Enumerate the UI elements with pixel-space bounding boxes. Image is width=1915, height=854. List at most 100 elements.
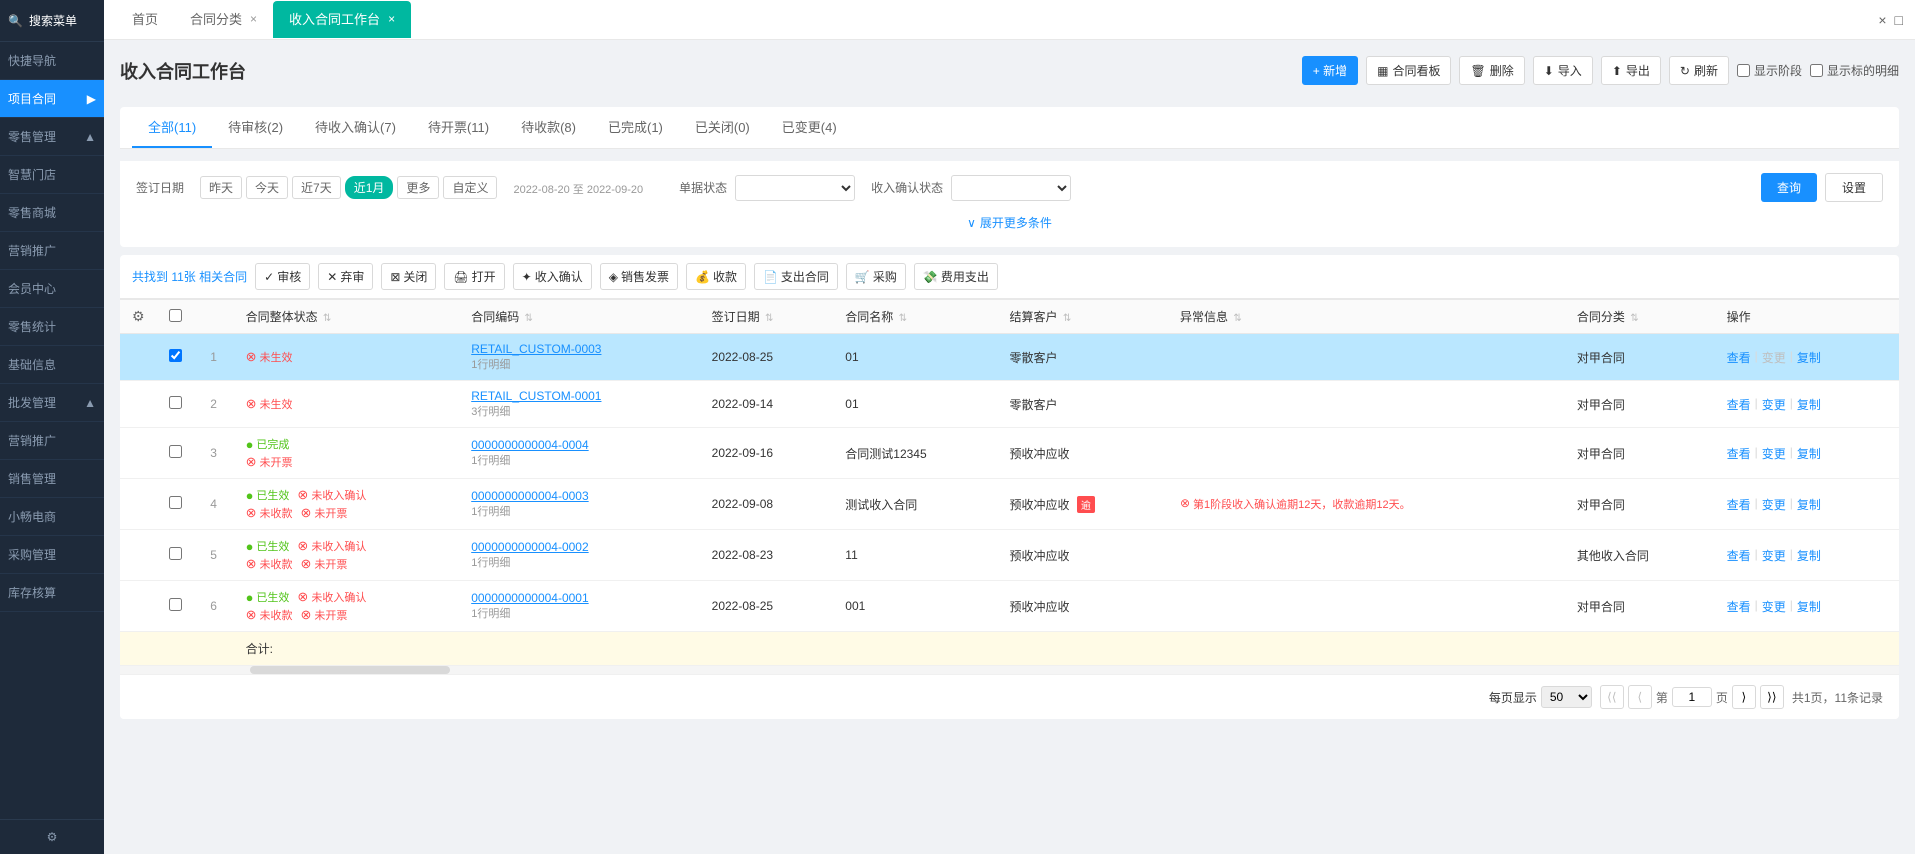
contract-code-link[interactable]: 0000000000004-0002 [471,540,588,554]
window-close-icon[interactable]: × [1878,12,1886,28]
filter-tab-pending-review[interactable]: 待审核(2) [212,107,299,148]
action-copy[interactable]: 复制 [1797,496,1821,513]
new-button[interactable]: + 新增 [1302,56,1358,85]
date-more-btn[interactable]: 更多 [397,176,439,199]
gear-icon[interactable]: ⚙ [132,308,145,324]
filter-tab-all[interactable]: 全部(11) [132,107,212,148]
show-stage-input[interactable] [1737,64,1750,77]
action-out-contract-btn[interactable]: 📄 支出合同 [754,263,838,290]
action-change[interactable]: 变更 [1762,445,1786,462]
row-checkbox[interactable] [169,349,182,362]
scrollbar-thumb[interactable] [250,666,450,674]
next-page-btn[interactable]: ⟩ [1732,685,1756,709]
sort-icon[interactable]: ⇅ [323,313,331,324]
sidebar-item-inventory[interactable]: 库存核算 [0,574,104,612]
action-copy[interactable]: 复制 [1797,445,1821,462]
sidebar-item-marketing[interactable]: 营销推广 [0,232,104,270]
expand-more-btn[interactable]: ∨ 展开更多条件 [136,210,1883,235]
col-checkbox[interactable] [157,530,194,581]
show-stage-checkbox[interactable]: 显示阶段 [1737,62,1802,79]
sort-icon[interactable]: ⇅ [1233,313,1241,324]
row-checkbox[interactable] [169,547,182,560]
row-checkbox[interactable] [169,598,182,611]
action-copy[interactable]: 复制 [1797,598,1821,615]
action-income-confirm-btn[interactable]: ✦ 收入确认 [513,263,592,290]
sidebar-item-retail-mall[interactable]: 零售商城 [0,194,104,232]
action-change[interactable]: 变更 [1762,396,1786,413]
sidebar-item-marketing2[interactable]: 营销推广 [0,422,104,460]
income-confirm-select[interactable] [951,175,1071,201]
action-view[interactable]: 查看 [1727,396,1751,413]
export-button[interactable]: ⬆ 导出 [1601,56,1661,85]
row-checkbox[interactable] [169,496,182,509]
contract-code-link[interactable]: RETAIL_CUSTOM-0003 [471,342,601,356]
action-print-btn[interactable]: 🖨 打开 [444,263,504,290]
sidebar-item-retail-mgmt[interactable]: 零售管理 ▲ [0,118,104,156]
tab-income-workbench[interactable]: 收入合同工作台 × [273,1,411,38]
sidebar-item-project[interactable]: 项目合同 ▶ [0,80,104,118]
action-copy[interactable]: 复制 [1797,396,1821,413]
action-change[interactable]: 变更 [1762,496,1786,513]
action-view[interactable]: 查看 [1727,349,1751,366]
sidebar-item-purchase[interactable]: 采购管理 [0,536,104,574]
sort-icon[interactable]: ⇅ [899,313,907,324]
row-checkbox[interactable] [169,396,182,409]
col-checkbox[interactable] [157,381,194,428]
window-maximize-icon[interactable]: □ [1895,12,1903,28]
col-checkbox[interactable] [157,334,194,381]
date-today-btn[interactable]: 今天 [246,176,288,199]
show-mark-input[interactable] [1810,64,1823,77]
horizontal-scrollbar[interactable] [120,666,1899,674]
action-view[interactable]: 查看 [1727,547,1751,564]
action-view[interactable]: 查看 [1727,598,1751,615]
action-purchase-btn[interactable]: 🛒 采购 [846,263,906,290]
last-page-btn[interactable]: ⟩⟩ [1760,685,1784,709]
filter-tab-pending-collect[interactable]: 待收款(8) [505,107,592,148]
contract-code-link[interactable]: 0000000000004-0004 [471,438,588,452]
page-number-input[interactable] [1672,687,1712,707]
date-last7-btn[interactable]: 近7天 [292,176,341,199]
sort-icon[interactable]: ⇅ [1063,313,1071,324]
contract-code-link[interactable]: 0000000000004-0003 [471,489,588,503]
action-abandon-btn[interactable]: ✕ 弃审 [318,263,373,290]
prev-page-btn[interactable]: ⟨ [1628,685,1652,709]
filter-tab-closed[interactable]: 已关闭(0) [679,107,766,148]
sidebar-item-member[interactable]: 会员中心 [0,270,104,308]
action-expense-btn[interactable]: 💸 费用支出 [914,263,998,290]
contract-code-link[interactable]: 0000000000004-0001 [471,591,588,605]
settings-button[interactable]: 设置 [1825,173,1883,202]
delete-button[interactable]: 🗑 删除 [1459,56,1524,85]
sort-icon[interactable]: ⇅ [1630,313,1638,324]
action-copy[interactable]: 复制 [1797,349,1821,366]
page-size-dropdown[interactable]: 10 20 50 100 [1541,686,1592,708]
filter-tab-changed[interactable]: 已变更(4) [766,107,853,148]
sidebar-item-quick-nav[interactable]: 快捷导航 [0,42,104,80]
tab-income-workbench-close[interactable]: × [388,12,395,26]
refresh-button[interactable]: ↻ 刷新 [1669,56,1729,85]
col-checkbox[interactable] [157,581,194,632]
sidebar-item-xiaochangec[interactable]: 小畅电商 [0,498,104,536]
sidebar-item-retail-stats[interactable]: 零售统计 [0,308,104,346]
col-checkbox[interactable] [157,428,194,479]
col-checkbox-header[interactable] [157,300,194,334]
action-copy[interactable]: 复制 [1797,547,1821,564]
import-button[interactable]: ⬇ 导入 [1533,56,1593,85]
action-change[interactable]: 变更 [1762,598,1786,615]
action-view[interactable]: 查看 [1727,496,1751,513]
sort-icon[interactable]: ⇅ [765,313,773,324]
filter-tab-completed[interactable]: 已完成(1) [592,107,679,148]
action-sales-invoice-btn[interactable]: ◈ 销售发票 [600,263,678,290]
sidebar-item-batch-mgmt[interactable]: 批发管理 ▲ [0,384,104,422]
doc-status-select[interactable] [735,175,855,201]
sidebar-item-base-info[interactable]: 基础信息 [0,346,104,384]
tab-home[interactable]: 首页 [116,1,174,38]
action-close-btn[interactable]: ⊠ 关闭 [381,263,436,290]
filter-tab-pending-invoice[interactable]: 待开票(11) [412,107,505,148]
tab-contract-cat[interactable]: 合同分类 × [174,1,273,38]
sidebar-item-sales-mgmt[interactable]: 销售管理 [0,460,104,498]
date-yesterday-btn[interactable]: 昨天 [200,176,242,199]
show-mark-checkbox[interactable]: 显示标的明细 [1810,62,1899,79]
col-settings-header[interactable]: ⚙ [120,300,157,334]
first-page-btn[interactable]: ⟨⟨ [1600,685,1624,709]
kanban-button[interactable]: ▦ 合同看板 [1366,56,1451,85]
